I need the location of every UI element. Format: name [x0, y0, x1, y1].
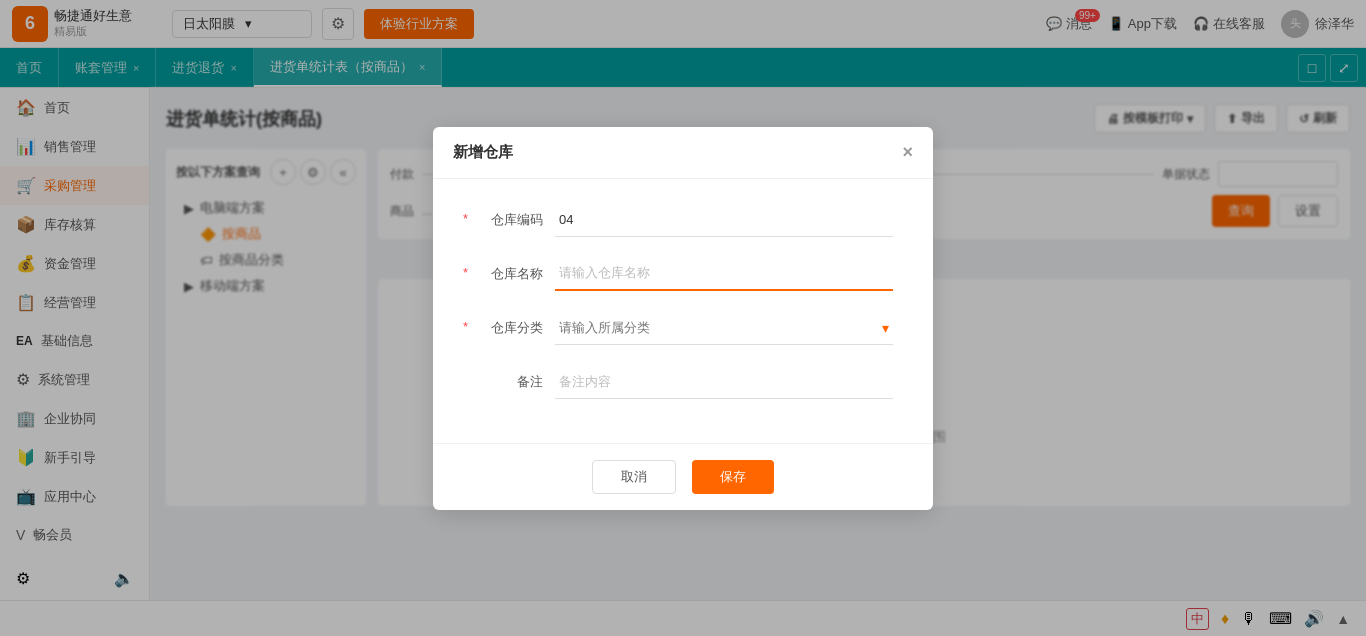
- modal-close-button[interactable]: ×: [902, 143, 913, 161]
- name-input[interactable]: [555, 257, 893, 291]
- modal-header: 新增仓库 ×: [433, 127, 933, 179]
- category-input[interactable]: [555, 311, 893, 345]
- form-row-code: 仓库编码: [473, 203, 893, 237]
- remark-label: 备注: [473, 373, 543, 391]
- code-label: 仓库编码: [473, 211, 543, 229]
- remark-input[interactable]: [555, 365, 893, 399]
- category-select-wrapper: ▾: [555, 311, 893, 345]
- modal-body: 仓库编码 仓库名称 仓库分类 ▾ 备注: [433, 179, 933, 443]
- modal-overlay: 新增仓库 × 仓库编码 仓库名称 仓库分类 ▾: [0, 0, 1366, 636]
- form-row-remark: 备注: [473, 365, 893, 399]
- form-row-category: 仓库分类 ▾: [473, 311, 893, 345]
- cancel-button[interactable]: 取消: [592, 460, 676, 494]
- category-label: 仓库分类: [473, 319, 543, 337]
- modal-footer: 取消 保存: [433, 443, 933, 510]
- save-button[interactable]: 保存: [692, 460, 774, 494]
- name-label: 仓库名称: [473, 265, 543, 283]
- new-warehouse-modal: 新增仓库 × 仓库编码 仓库名称 仓库分类 ▾: [433, 127, 933, 510]
- code-input[interactable]: [555, 203, 893, 237]
- form-row-name: 仓库名称: [473, 257, 893, 291]
- modal-title: 新增仓库: [453, 143, 513, 162]
